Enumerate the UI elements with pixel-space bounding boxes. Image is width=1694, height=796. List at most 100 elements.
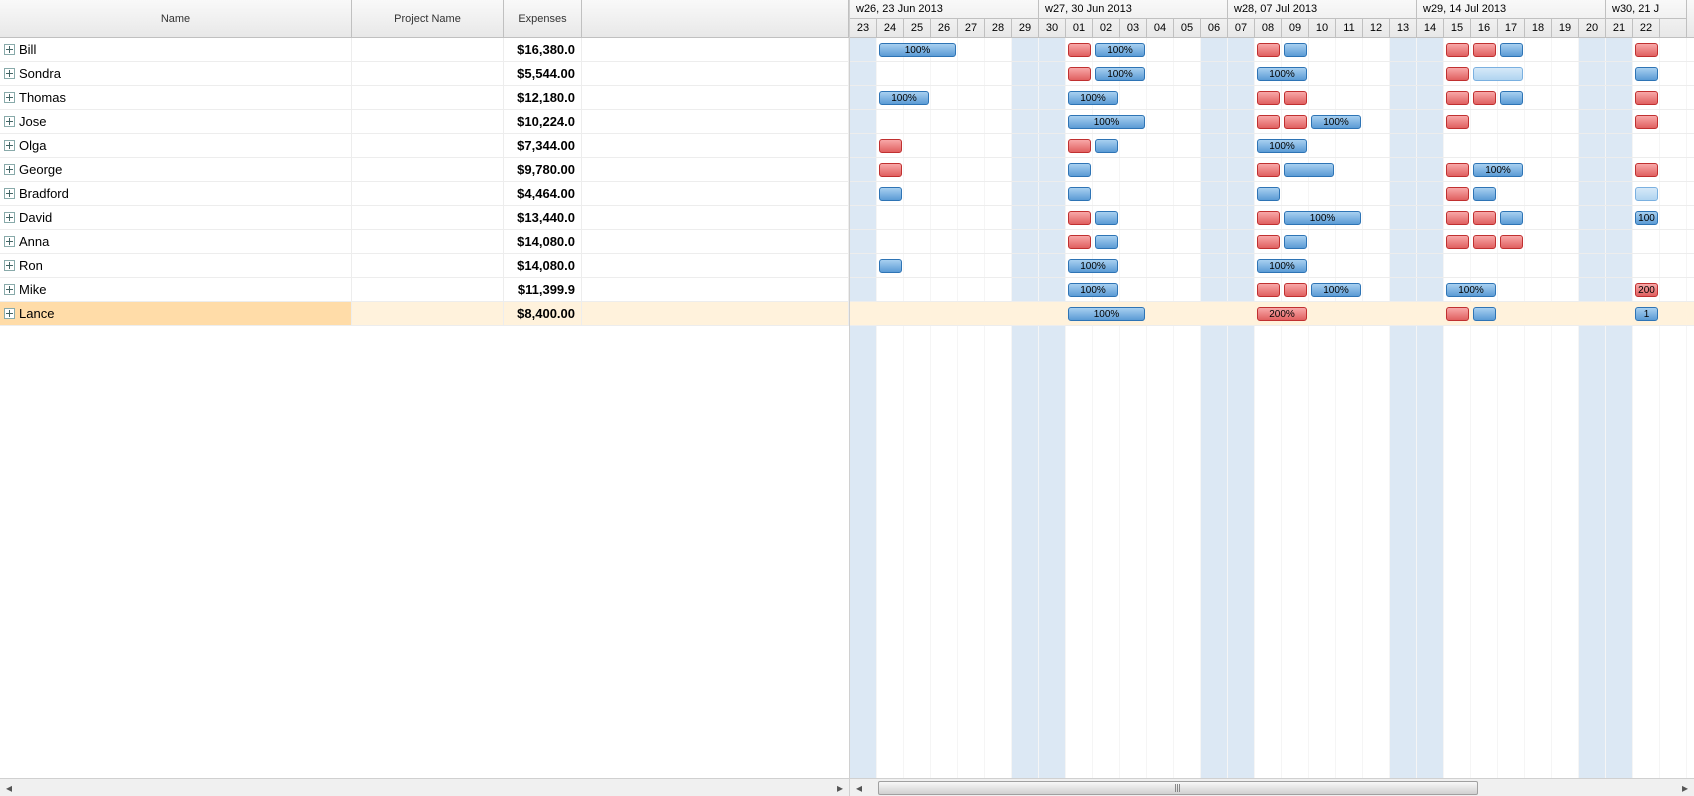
expand-icon[interactable] [4, 140, 15, 151]
day-header[interactable]: 15 [1444, 19, 1471, 38]
day-header[interactable]: 29 [1012, 19, 1039, 38]
day-header[interactable]: 03 [1120, 19, 1147, 38]
gantt-bar[interactable]: 100% [1257, 139, 1307, 153]
day-header[interactable]: 19 [1552, 19, 1579, 38]
gantt-bar[interactable] [1446, 163, 1469, 177]
gantt-bar[interactable] [1095, 139, 1118, 153]
scroll-right-icon[interactable]: ▸ [1676, 779, 1694, 796]
table-row[interactable]: Lance$8,400.00 [0, 302, 849, 326]
gantt-bar[interactable] [1446, 67, 1469, 81]
gantt-bar[interactable] [1635, 115, 1658, 129]
gantt-bar[interactable]: 100% [1311, 283, 1361, 297]
gantt-bar[interactable] [1473, 91, 1496, 105]
week-header[interactable]: w29, 14 Jul 2013 [1417, 0, 1606, 19]
week-header[interactable]: w27, 30 Jun 2013 [1039, 0, 1228, 19]
timeline-row[interactable]: 100%100% [850, 254, 1694, 278]
gantt-bar[interactable] [1095, 235, 1118, 249]
gantt-bar[interactable]: 200 [1635, 283, 1658, 297]
day-header[interactable]: 07 [1228, 19, 1255, 38]
gantt-bar[interactable]: 1 [1635, 307, 1658, 321]
week-header[interactable]: w28, 07 Jul 2013 [1228, 0, 1417, 19]
gantt-bar[interactable] [1473, 307, 1496, 321]
expand-icon[interactable] [4, 284, 15, 295]
gantt-bar[interactable] [1446, 187, 1469, 201]
gantt-bar[interactable] [879, 187, 902, 201]
gantt-bar[interactable] [879, 259, 902, 273]
timeline-row[interactable]: 100%100 [850, 206, 1694, 230]
expand-icon[interactable] [4, 116, 15, 127]
gantt-bar[interactable]: 100% [1257, 259, 1307, 273]
gantt-bar[interactable]: 100% [1095, 67, 1145, 81]
timeline-row[interactable] [850, 182, 1694, 206]
gantt-bar[interactable]: 100% [1311, 115, 1361, 129]
table-row[interactable]: Bill$16,380.0 [0, 38, 849, 62]
gantt-bar[interactable]: 100% [1068, 283, 1118, 297]
day-header[interactable]: 11 [1336, 19, 1363, 38]
gantt-bar[interactable]: 100% [1284, 211, 1361, 225]
day-header[interactable]: 22 [1633, 19, 1660, 38]
gantt-bar[interactable] [879, 163, 902, 177]
gantt-bar[interactable] [1068, 211, 1091, 225]
gantt-bar[interactable] [1635, 91, 1658, 105]
gantt-bar[interactable] [1284, 235, 1307, 249]
gantt-bar[interactable]: 100% [879, 43, 956, 57]
gantt-bar[interactable] [1446, 235, 1469, 249]
gantt-bar[interactable] [1257, 115, 1280, 129]
gantt-bar[interactable]: 100% [1068, 307, 1145, 321]
expand-icon[interactable] [4, 188, 15, 199]
table-row[interactable]: Olga$7,344.00 [0, 134, 849, 158]
gantt-bar[interactable] [1284, 91, 1307, 105]
scroll-track[interactable] [18, 779, 831, 796]
table-row[interactable]: Sondra$5,544.00 [0, 62, 849, 86]
gantt-bar[interactable] [1284, 283, 1307, 297]
gantt-bar[interactable] [1284, 115, 1307, 129]
table-row[interactable]: Bradford$4,464.00 [0, 182, 849, 206]
day-header[interactable]: 18 [1525, 19, 1552, 38]
table-row[interactable]: Anna$14,080.0 [0, 230, 849, 254]
day-header[interactable]: 16 [1471, 19, 1498, 38]
scroll-left-icon[interactable]: ◂ [850, 779, 868, 796]
gantt-bar[interactable] [1095, 211, 1118, 225]
gantt-bar[interactable] [1284, 163, 1334, 177]
timeline-row[interactable] [850, 230, 1694, 254]
gantt-bar[interactable] [1500, 235, 1523, 249]
gantt-bar[interactable] [1257, 43, 1280, 57]
gantt-bar[interactable] [1473, 235, 1496, 249]
week-header[interactable]: w30, 21 J [1606, 0, 1687, 19]
gantt-bar[interactable] [1068, 67, 1091, 81]
expand-icon[interactable] [4, 260, 15, 271]
day-header[interactable]: 20 [1579, 19, 1606, 38]
day-header[interactable] [1660, 19, 1687, 38]
day-header[interactable]: 14 [1417, 19, 1444, 38]
day-header[interactable]: 17 [1498, 19, 1525, 38]
gantt-bar[interactable] [1446, 307, 1469, 321]
gantt-bar[interactable] [1635, 187, 1658, 201]
day-header[interactable]: 27 [958, 19, 985, 38]
timeline-h-scrollbar[interactable]: ◂ ▸ [850, 778, 1694, 796]
gantt-bar[interactable] [1257, 235, 1280, 249]
gantt-bar[interactable] [1500, 91, 1523, 105]
gantt-bar[interactable]: 100% [1068, 115, 1145, 129]
gantt-bar[interactable] [1068, 163, 1091, 177]
gantt-bar[interactable] [1635, 163, 1658, 177]
expand-icon[interactable] [4, 68, 15, 79]
gantt-bar[interactable]: 200% [1257, 307, 1307, 321]
col-header-name[interactable]: Name [0, 0, 352, 37]
expand-icon[interactable] [4, 236, 15, 247]
gantt-bar[interactable]: 100% [879, 91, 929, 105]
gantt-bar[interactable] [1446, 211, 1469, 225]
table-row[interactable]: Jose$10,224.0 [0, 110, 849, 134]
gantt-bar[interactable] [1500, 43, 1523, 57]
day-header[interactable]: 30 [1039, 19, 1066, 38]
grid-h-scrollbar[interactable]: ◂ ▸ [0, 778, 849, 796]
gantt-bar[interactable]: 100% [1095, 43, 1145, 57]
day-header[interactable]: 24 [877, 19, 904, 38]
gantt-bar[interactable] [1446, 115, 1469, 129]
table-row[interactable]: Mike$11,399.9 [0, 278, 849, 302]
day-header[interactable]: 25 [904, 19, 931, 38]
day-header[interactable]: 10 [1309, 19, 1336, 38]
scroll-thumb[interactable] [878, 781, 1478, 795]
timeline-row[interactable]: 100%100% [850, 86, 1694, 110]
table-row[interactable]: David$13,440.0 [0, 206, 849, 230]
gantt-bar[interactable] [1257, 187, 1280, 201]
